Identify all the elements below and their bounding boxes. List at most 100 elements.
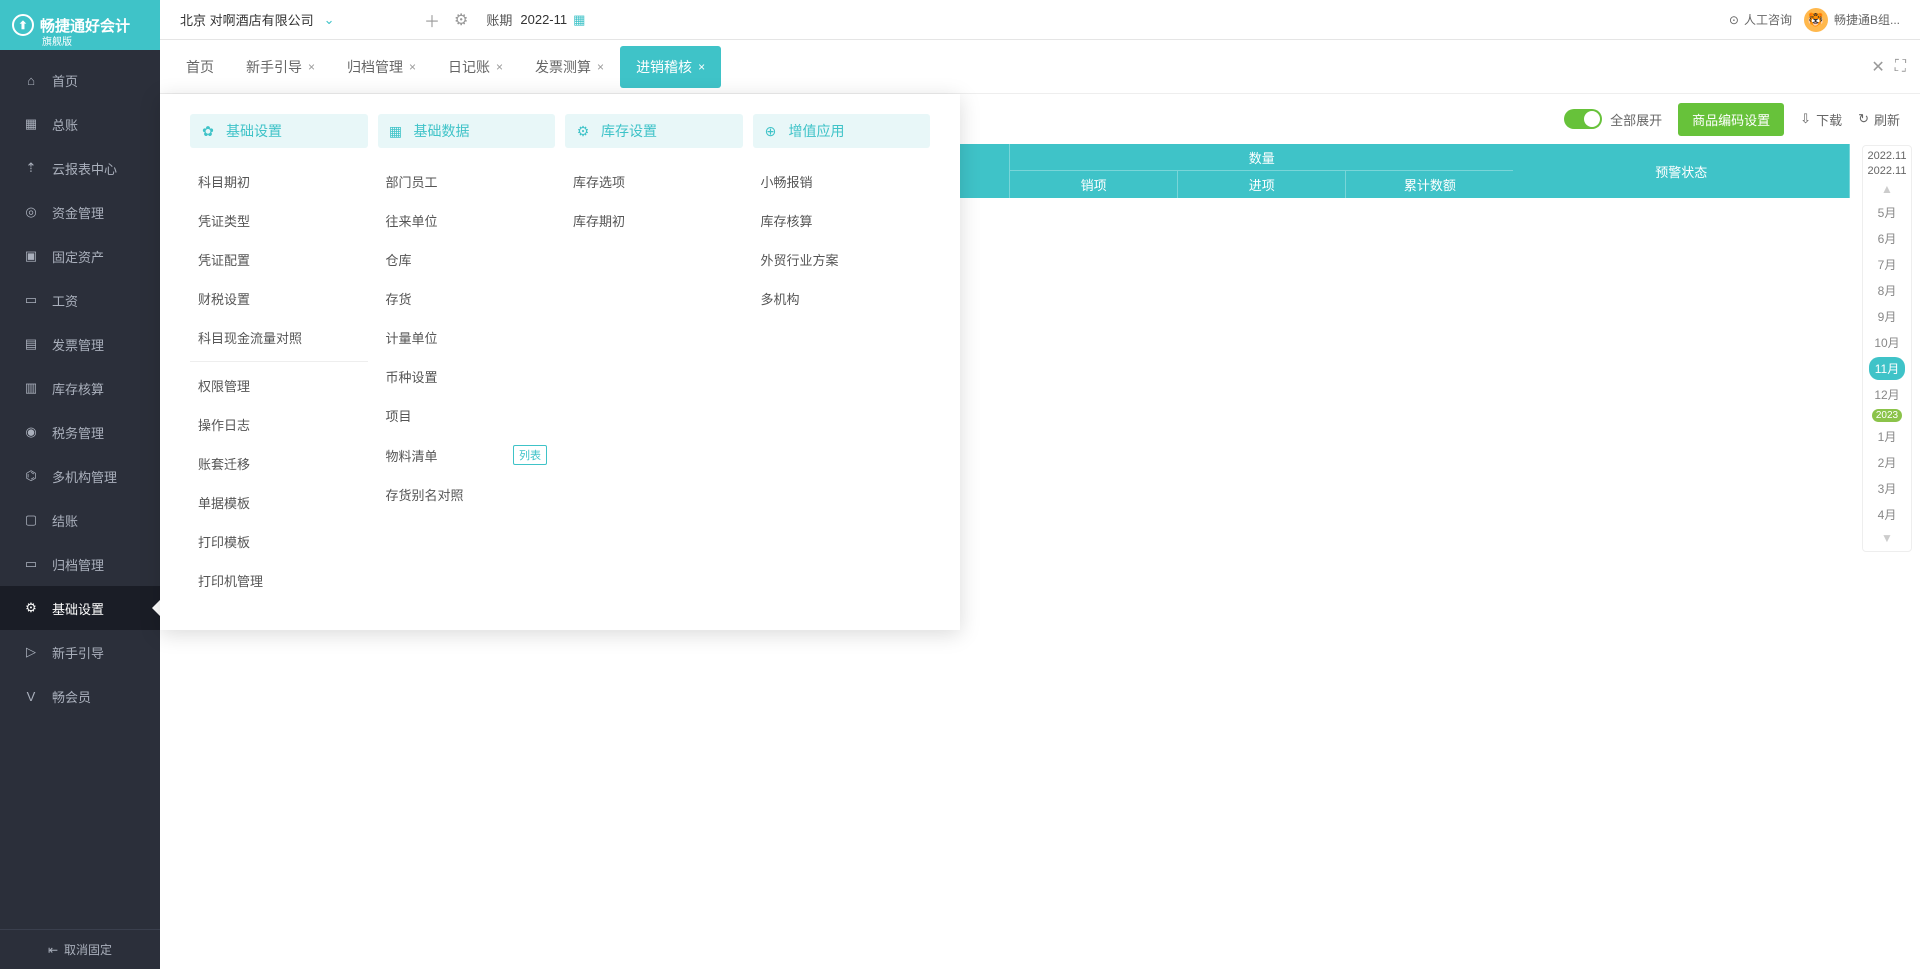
mega-heading: ✿基础设置 xyxy=(190,114,368,148)
mega-item[interactable]: 物料清单列表 xyxy=(378,435,556,475)
nav-settings[interactable]: ⚙基础设置 xyxy=(0,586,160,630)
nav-close[interactable]: ▢结账 xyxy=(0,498,160,542)
mega-item[interactable]: 操作日志 xyxy=(190,405,368,444)
nav-tax[interactable]: ◉税务管理 xyxy=(0,410,160,454)
month-6[interactable]: 6月 xyxy=(1863,227,1911,250)
month-2023-4[interactable]: 4月 xyxy=(1863,503,1911,526)
mega-heading: ⚙库存设置 xyxy=(565,114,743,148)
download-button[interactable]: ⇩下载 xyxy=(1800,110,1842,129)
th-cumulative: 累计数额 xyxy=(1346,171,1513,198)
month-2023-1[interactable]: 1月 xyxy=(1863,425,1911,448)
nav-home[interactable]: ⌂首页 xyxy=(0,58,160,102)
mega-item[interactable]: 库存期初 xyxy=(565,201,743,240)
cloud-icon: ⬆ xyxy=(12,14,34,36)
tab-journal[interactable]: 日记账× xyxy=(432,40,519,94)
tab-archive[interactable]: 归档管理× xyxy=(331,40,432,94)
company-selector[interactable]: 北京 对啊酒店有限公司 ⌄ xyxy=(180,10,410,29)
nav-multiorg[interactable]: ⌬多机构管理 xyxy=(0,454,160,498)
customer-service-button[interactable]: ⊙ 人工咨询 xyxy=(1729,11,1792,28)
mega-item[interactable]: 往来单位 xyxy=(378,201,556,240)
avatar-icon: 🐯 xyxy=(1804,8,1828,32)
mega-item[interactable]: 打印模板 xyxy=(190,522,368,561)
mega-item[interactable]: 存货别名对照 xyxy=(378,475,556,514)
month-2023-3[interactable]: 3月 xyxy=(1863,477,1911,500)
user-menu[interactable]: 🐯 畅捷通B组... xyxy=(1804,8,1900,32)
add-company-button[interactable]: ＋ xyxy=(424,8,440,32)
mega-item[interactable]: 账套迁移 xyxy=(190,444,368,483)
nav-ledger[interactable]: ▦总账 xyxy=(0,102,160,146)
nav-inventory[interactable]: ▥库存核算 xyxy=(0,366,160,410)
th-purchase: 进项 xyxy=(1178,171,1346,198)
refresh-button[interactable]: ↻刷新 xyxy=(1858,110,1900,129)
box-icon: ▣ xyxy=(22,247,40,265)
mega-item[interactable]: 库存选项 xyxy=(565,162,743,201)
refresh-icon: ↻ xyxy=(1858,111,1869,127)
month-12[interactable]: 12月 xyxy=(1863,383,1911,406)
month-9[interactable]: 9月 xyxy=(1863,305,1911,328)
month-7[interactable]: 7月 xyxy=(1863,253,1911,276)
month-2023-2[interactable]: 2月 xyxy=(1863,451,1911,474)
nav-reports[interactable]: ⇡云报表中心 xyxy=(0,146,160,190)
nav-guide[interactable]: ▷新手引导 xyxy=(0,630,160,674)
tab-invoice-calc[interactable]: 发票测算× xyxy=(519,40,620,94)
year-label-top: 2022.11 xyxy=(1868,150,1907,162)
product-code-settings-button[interactable]: 商品编码设置 xyxy=(1678,103,1784,136)
mega-item[interactable]: 计量单位 xyxy=(378,318,556,357)
mega-item[interactable]: 科目期初 xyxy=(190,162,368,201)
mega-item[interactable]: 外贸行业方案 xyxy=(753,240,931,279)
warehouse-icon: ▥ xyxy=(22,379,40,397)
fullscreen-button[interactable]: ⛶ xyxy=(1895,58,1906,76)
th-quantity: 数量 xyxy=(1010,144,1513,171)
tab-sales-audit[interactable]: 进销稽核× xyxy=(620,46,721,88)
mega-item[interactable]: 仓库 xyxy=(378,240,556,279)
mega-item[interactable]: 多机构 xyxy=(753,279,931,318)
nav-assets[interactable]: ▣固定资产 xyxy=(0,234,160,278)
nav-salary[interactable]: ▭工资 xyxy=(0,278,160,322)
close-icon[interactable]: × xyxy=(308,60,315,74)
mega-item[interactable]: 部门员工 xyxy=(378,162,556,201)
mega-heading: ⊕增值应用 xyxy=(753,114,931,148)
mega-item[interactable]: 权限管理 xyxy=(190,366,368,405)
org-icon: ⌬ xyxy=(22,467,40,485)
mega-item[interactable]: 存货 xyxy=(378,279,556,318)
period-selector[interactable]: 账期 2022-11 ▦ xyxy=(486,10,585,29)
mega-item[interactable]: 单据模板 xyxy=(190,483,368,522)
month-8[interactable]: 8月 xyxy=(1863,279,1911,302)
close-icon[interactable]: × xyxy=(409,60,416,74)
expand-all-toggle[interactable] xyxy=(1564,109,1602,129)
close-all-tabs-button[interactable]: ✕ xyxy=(1871,57,1884,77)
calendar-icon: ▦ xyxy=(573,12,585,28)
year-label-mid: 2022.11 xyxy=(1868,165,1907,177)
month-5[interactable]: 5月 xyxy=(1863,201,1911,224)
mega-item[interactable]: 项目 xyxy=(378,396,556,435)
unpin-button[interactable]: ⇤ 取消固定 xyxy=(0,929,160,969)
mega-item[interactable]: 凭证配置 xyxy=(190,240,368,279)
mega-item[interactable]: 库存核算 xyxy=(753,201,931,240)
tab-guide[interactable]: 新手引导× xyxy=(230,40,331,94)
mega-item[interactable]: 小畅报销 xyxy=(753,162,931,201)
invoice-icon: ▤ xyxy=(22,335,40,353)
month-11-active[interactable]: 11月 xyxy=(1869,357,1905,380)
close-icon[interactable]: × xyxy=(698,60,705,74)
company-settings-button[interactable]: ⚙ xyxy=(454,10,468,30)
month-up-button[interactable]: ▲ xyxy=(1881,180,1893,198)
mega-item[interactable]: 币种设置 xyxy=(378,357,556,396)
mega-item[interactable]: 凭证类型 xyxy=(190,201,368,240)
month-panel: 2022.11 2022.11 ▲ 5月 6月 7月 8月 9月 10月 11月… xyxy=(1862,145,1912,552)
year-2023-badge: 2023 xyxy=(1872,409,1902,422)
mega-item[interactable]: 打印机管理 xyxy=(190,561,368,600)
nav-archive[interactable]: ▭归档管理 xyxy=(0,542,160,586)
month-down-button[interactable]: ▼ xyxy=(1881,529,1893,547)
nav-funds[interactable]: ◎资金管理 xyxy=(0,190,160,234)
sidebar: ⬆ 畅捷通好会计 旗舰版 ⌂首页 ▦总账 ⇡云报表中心 ◎资金管理 ▣固定资产 … xyxy=(0,0,160,969)
month-10[interactable]: 10月 xyxy=(1863,331,1911,354)
mega-item[interactable]: 财税设置 xyxy=(190,279,368,318)
tab-home[interactable]: 首页 xyxy=(170,40,230,94)
mega-item[interactable]: 科目现金流量对照 xyxy=(190,318,368,357)
nav-invoice[interactable]: ▤发票管理 xyxy=(0,322,160,366)
close-icon[interactable]: × xyxy=(496,60,503,74)
mega-col-basic-data: ▦基础数据部门员工往来单位仓库存货计量单位币种设置项目物料清单列表存货别名对照 xyxy=(378,114,556,600)
mega-col-inventory-settings: ⚙库存设置库存选项库存期初 xyxy=(565,114,743,600)
close-icon[interactable]: × xyxy=(597,60,604,74)
nav-member[interactable]: V畅会员 xyxy=(0,674,160,718)
